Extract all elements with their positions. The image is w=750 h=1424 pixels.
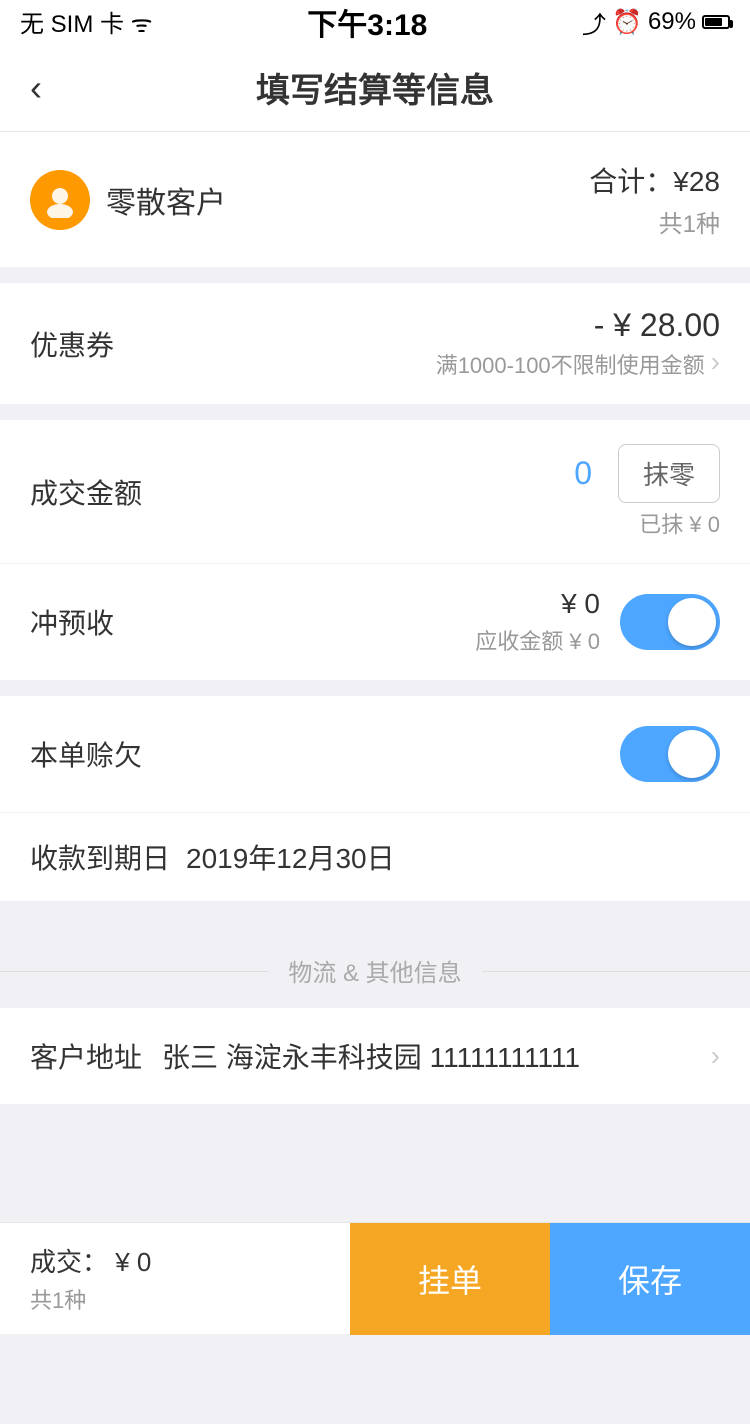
chevron-right-address-icon: ›	[711, 1040, 720, 1072]
page-title: 填写结算等信息	[256, 63, 494, 112]
address-label: 客户地址	[30, 1036, 142, 1076]
coupon-desc: 满1000-100不限制使用金额	[436, 348, 705, 380]
total-amount: 合计：¥28	[589, 160, 720, 200]
coupon-discount: - ¥ 28.00	[436, 307, 720, 344]
battery-icon	[702, 15, 730, 29]
credit-toggle[interactable]	[620, 726, 720, 782]
hang-single-button[interactable]: 挂单	[350, 1223, 550, 1335]
avatar-icon	[42, 182, 78, 218]
credit-row: 本单赊欠	[0, 696, 750, 812]
status-left: 无 SIM 卡 ᯤ	[20, 4, 153, 40]
alarm-icon: ⏰	[612, 8, 642, 37]
deal-amount-label: 成交金额	[30, 472, 142, 512]
address-chevron: ›	[705, 1040, 720, 1072]
customer-left: 零散客户	[30, 170, 226, 230]
toggle-thumb-credit	[668, 730, 716, 778]
status-time: 下午3:18	[307, 0, 427, 44]
bottom-count: 共1种	[30, 1283, 320, 1315]
prereceive-amounts: ¥ 0 应收金额 ¥ 0	[475, 588, 600, 656]
chevron-right-icon: ›	[711, 346, 720, 378]
nav-bar: ‹ 填写结算等信息	[0, 44, 750, 132]
logistics-header: 物流 & 其他信息	[0, 933, 750, 1008]
deal-amount-right: 0 抹零 已抹 ¥ 0	[574, 444, 720, 539]
credit-date-label: 收款到期日	[30, 837, 170, 877]
bottom-summary: 成交： ¥ 0 共1种	[0, 1242, 350, 1315]
credit-date-value: 2019年12月30日	[186, 837, 395, 877]
prereceive-right: ¥ 0 应收金额 ¥ 0	[475, 588, 720, 656]
coupon-section[interactable]: 优惠券 - ¥ 28.00 满1000-100不限制使用金额 ›	[0, 283, 750, 404]
prereceive-label: 冲预收	[30, 602, 114, 642]
address-row[interactable]: 客户地址 张三 海淀永丰科技园 11111111111 ›	[0, 1008, 750, 1104]
coupon-label: 优惠券	[30, 324, 114, 364]
total-count: 共1种	[589, 204, 720, 239]
deal-amount-sub: 已抹 ¥ 0	[639, 507, 720, 539]
location-icon: ⤴	[582, 5, 606, 40]
address-value: 张三 海淀永丰科技园 11111111111	[162, 1036, 705, 1076]
round-zero-button[interactable]: 抹零	[618, 444, 720, 503]
status-right: ⤴ ⏰ 69%	[582, 5, 730, 40]
credit-label: 本单赊欠	[30, 734, 142, 774]
customer-row: 零散客户 合计：¥28 共1种	[0, 132, 750, 267]
credit-date-row: 收款到期日 2019年12月30日	[0, 812, 750, 901]
customer-name: 零散客户	[106, 178, 226, 222]
back-button[interactable]: ‹	[30, 67, 42, 109]
prereceive-amount: ¥ 0	[475, 588, 600, 620]
avatar	[30, 170, 90, 230]
prereceive-sub: 应收金额 ¥ 0	[475, 624, 600, 656]
toggle-thumb	[668, 598, 716, 646]
bottom-bar: 成交： ¥ 0 共1种 挂单 保存	[0, 1222, 750, 1334]
coupon-right: - ¥ 28.00 满1000-100不限制使用金额 ›	[436, 307, 720, 380]
status-bar: 无 SIM 卡 ᯤ 下午3:18 ⤴ ⏰ 69%	[0, 0, 750, 44]
save-button[interactable]: 保存	[550, 1223, 750, 1335]
deal-amount-section: 成交金额 0 抹零 已抹 ¥ 0 冲预收 ¥ 0 应收金额 ¥ 0	[0, 420, 750, 680]
customer-summary: 合计：¥28 共1种	[589, 160, 720, 239]
deal-amount-value: 0	[574, 455, 592, 492]
deal-amount-row: 成交金额 0 抹零 已抹 ¥ 0	[0, 420, 750, 564]
battery-label: 69%	[648, 8, 696, 36]
bottom-deal-label: 成交： ¥ 0	[30, 1242, 320, 1279]
sim-label: 无 SIM 卡 ᯤ	[20, 4, 153, 40]
prereceive-toggle[interactable]	[620, 594, 720, 650]
logistics-title: 物流 & 其他信息	[268, 960, 481, 987]
credit-section: 本单赊欠 收款到期日 2019年12月30日	[0, 696, 750, 901]
divider	[0, 917, 750, 933]
deal-amount-group: 0 抹零 已抹 ¥ 0	[574, 444, 720, 539]
prereceive-row: 冲预收 ¥ 0 应收金额 ¥ 0	[0, 564, 750, 680]
